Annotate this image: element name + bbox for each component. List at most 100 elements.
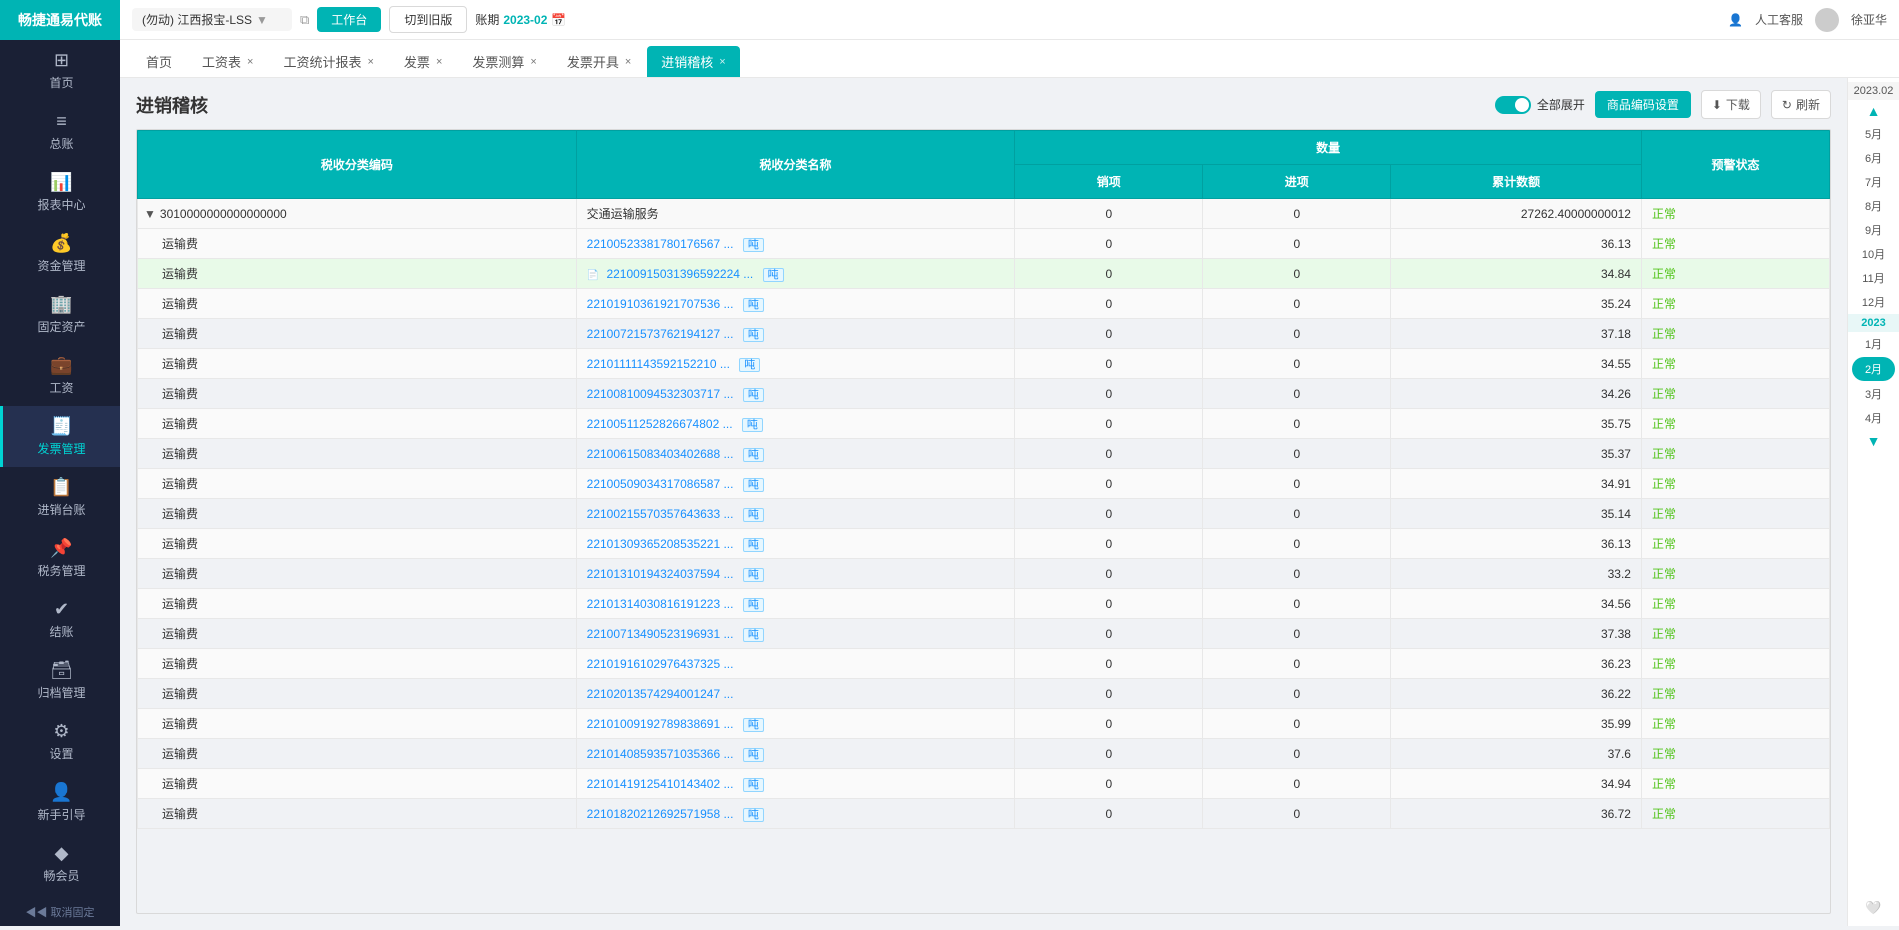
cal-scroll-down[interactable]: ▼ [1864,430,1884,452]
row-purchase: 0 [1203,229,1391,259]
sidebar-item-archive[interactable]: 🗃 归档管理 [0,650,120,711]
download-icon: ⬇ [1712,98,1722,112]
row-sales: 0 [1015,739,1203,769]
cal-month-jan[interactable]: 1月 [1848,332,1899,356]
close-salary-tab[interactable]: × [247,56,253,68]
row-purchase: 0 [1203,559,1391,589]
user-avatar [1815,8,1839,32]
row-invoice-no: 22101009192789838691 ... 吨 [576,709,1015,739]
expand-toggle[interactable] [1495,96,1531,114]
row-status: 正常 [1641,199,1829,229]
row-purchase: 0 [1203,379,1391,409]
workbench-button[interactable]: 工作台 [317,7,381,32]
sidebar-item-assets[interactable]: 🏢 固定资产 [0,284,120,345]
row-status: 正常 [1641,709,1829,739]
company-selector[interactable]: (勿动) 江西报宝-LSS ▼ [132,8,292,31]
row-invoice-no: 22101916102976437325 ... [576,649,1015,679]
tax-icon: 📌 [50,538,72,559]
close-invoice-calc-tab[interactable]: × [530,56,536,68]
period-value: 2023-02 [503,13,547,27]
page-content: 进销稽核 全部展开 商品编码设置 ⬇ 下载 ↻ 刷新 [120,78,1899,926]
close-sales-check-tab[interactable]: × [719,56,725,68]
sidebar-item-home[interactable]: ⊞ 首页 [0,40,120,101]
tab-home[interactable]: 首页 [132,46,186,77]
tab-invoice-calc[interactable]: 发票测算 × [458,46,550,77]
sidebar-item-guide[interactable]: 👤 新手引导 [0,772,120,833]
settings-btn[interactable]: 商品编码设置 [1595,91,1691,118]
member-icon: ◆ [55,843,69,864]
calendar-panel: 2023.02 ▲ 5月 6月 7月 8月 9月 10月 11月 12月 202… [1847,78,1899,926]
th-cumulative-qty: 累计数额 [1391,165,1642,199]
cal-month-sep[interactable]: 9月 [1848,218,1899,242]
cal-month-mar[interactable]: 3月 [1848,382,1899,406]
cal-month-oct[interactable]: 10月 [1848,242,1899,266]
row-purchase: 0 [1203,619,1391,649]
th-tax-name: 税收分类名称 [576,131,1015,199]
sidebar-item-salary[interactable]: 💼 工资 [0,345,120,406]
th-sales-qty: 销项 [1015,165,1203,199]
support-label[interactable]: 人工客服 [1755,11,1803,28]
sidebar-item-sales-ledger[interactable]: 📋 进销台账 [0,467,120,528]
row-sales: 0 [1015,769,1203,799]
tab-invoice[interactable]: 发票 × [390,46,456,77]
row-code: 运输费 [138,499,577,529]
sidebar-item-invoice[interactable]: 🧾 发票管理 [0,406,120,467]
sidebar-item-funds[interactable]: 💰 资金管理 [0,223,120,284]
tab-invoice-label: 发票 [404,52,430,71]
sidebar-item-ledger[interactable]: ≡ 总账 [0,101,120,162]
sidebar-item-guide-label: 新手引导 [37,806,85,823]
switch-old-button[interactable]: 切到旧版 [389,6,467,33]
tab-salary-stats[interactable]: 工资统计报表 × [269,46,387,77]
download-btn[interactable]: ⬇ 下载 [1701,90,1761,119]
sidebar-item-tax[interactable]: 📌 税务管理 [0,528,120,589]
row-purchase: 0 [1203,589,1391,619]
cal-month-aug[interactable]: 8月 [1848,194,1899,218]
cal-scroll-up[interactable]: ▲ [1864,100,1884,122]
row-code: 运输费 [138,799,577,829]
period-display: 账期 2023-02 📅 [475,11,566,28]
sidebar-item-settings[interactable]: ⚙ 设置 [0,711,120,772]
row-code: 运输费 [138,319,577,349]
row-invoice-no: 22100509034317086587 ... 吨 [576,469,1015,499]
copy-icon[interactable]: ⧉ [300,12,309,28]
row-invoice-no: 22100615083403402688 ... 吨 [576,439,1015,469]
tab-sales-check[interactable]: 进销稽核 × [647,46,739,77]
cal-month-apr[interactable]: 4月 [1848,406,1899,430]
row-cumulative: 27262.40000000012 [1391,199,1642,229]
row-invoice-no: 22102013574294001247 ... [576,679,1015,709]
row-sales: 0 [1015,199,1203,229]
tab-invoice-open[interactable]: 发票开具 × [553,46,645,77]
row-code: 运输费 [138,739,577,769]
pin-toggle[interactable]: ◀◀ 取消固定 [0,894,120,930]
refresh-btn[interactable]: ↻ 刷新 [1771,90,1831,119]
row-invoice-no: 22100511252826674802 ... 吨 [576,409,1015,439]
cal-month-nov[interactable]: 11月 [1848,266,1899,290]
cal-month-jul[interactable]: 7月 [1848,170,1899,194]
row-sales: 0 [1015,679,1203,709]
row-sales: 0 [1015,229,1203,259]
cal-month-dec[interactable]: 12月 [1848,290,1899,314]
row-code: 运输费 [138,229,577,259]
sidebar-item-member[interactable]: ◆ 畅会员 [0,833,120,894]
close-salary-stats-tab[interactable]: × [367,56,373,68]
sidebar-item-settlement[interactable]: ✔ 结账 [0,589,120,650]
row-invoice-no: 22100810094532303717 ... 吨 [576,379,1015,409]
cal-month-jun[interactable]: 6月 [1848,146,1899,170]
cal-month-may[interactable]: 5月 [1848,122,1899,146]
tab-salary[interactable]: 工资表 × [188,46,267,77]
page-title: 进销稽核 [136,92,208,118]
company-dropdown-icon: ▼ [256,13,268,27]
cal-heart-icon[interactable]: 🤍 [1865,900,1881,922]
settings-icon: ⚙ [53,721,69,742]
assets-icon: 🏢 [50,294,72,315]
calendar-icon[interactable]: 📅 [551,13,566,27]
cal-month-feb[interactable]: 2月 [1852,357,1895,381]
close-invoice-open-tab[interactable]: × [625,56,631,68]
row-cumulative: 33.2 [1391,559,1642,589]
close-invoice-tab[interactable]: × [436,56,442,68]
sidebar-item-reports[interactable]: 📊 报表中心 [0,162,120,223]
row-status: 正常 [1641,559,1829,589]
row-purchase: 0 [1203,799,1391,829]
sidebar-item-member-label: 畅会员 [43,867,79,884]
settlement-icon: ✔ [54,599,69,620]
